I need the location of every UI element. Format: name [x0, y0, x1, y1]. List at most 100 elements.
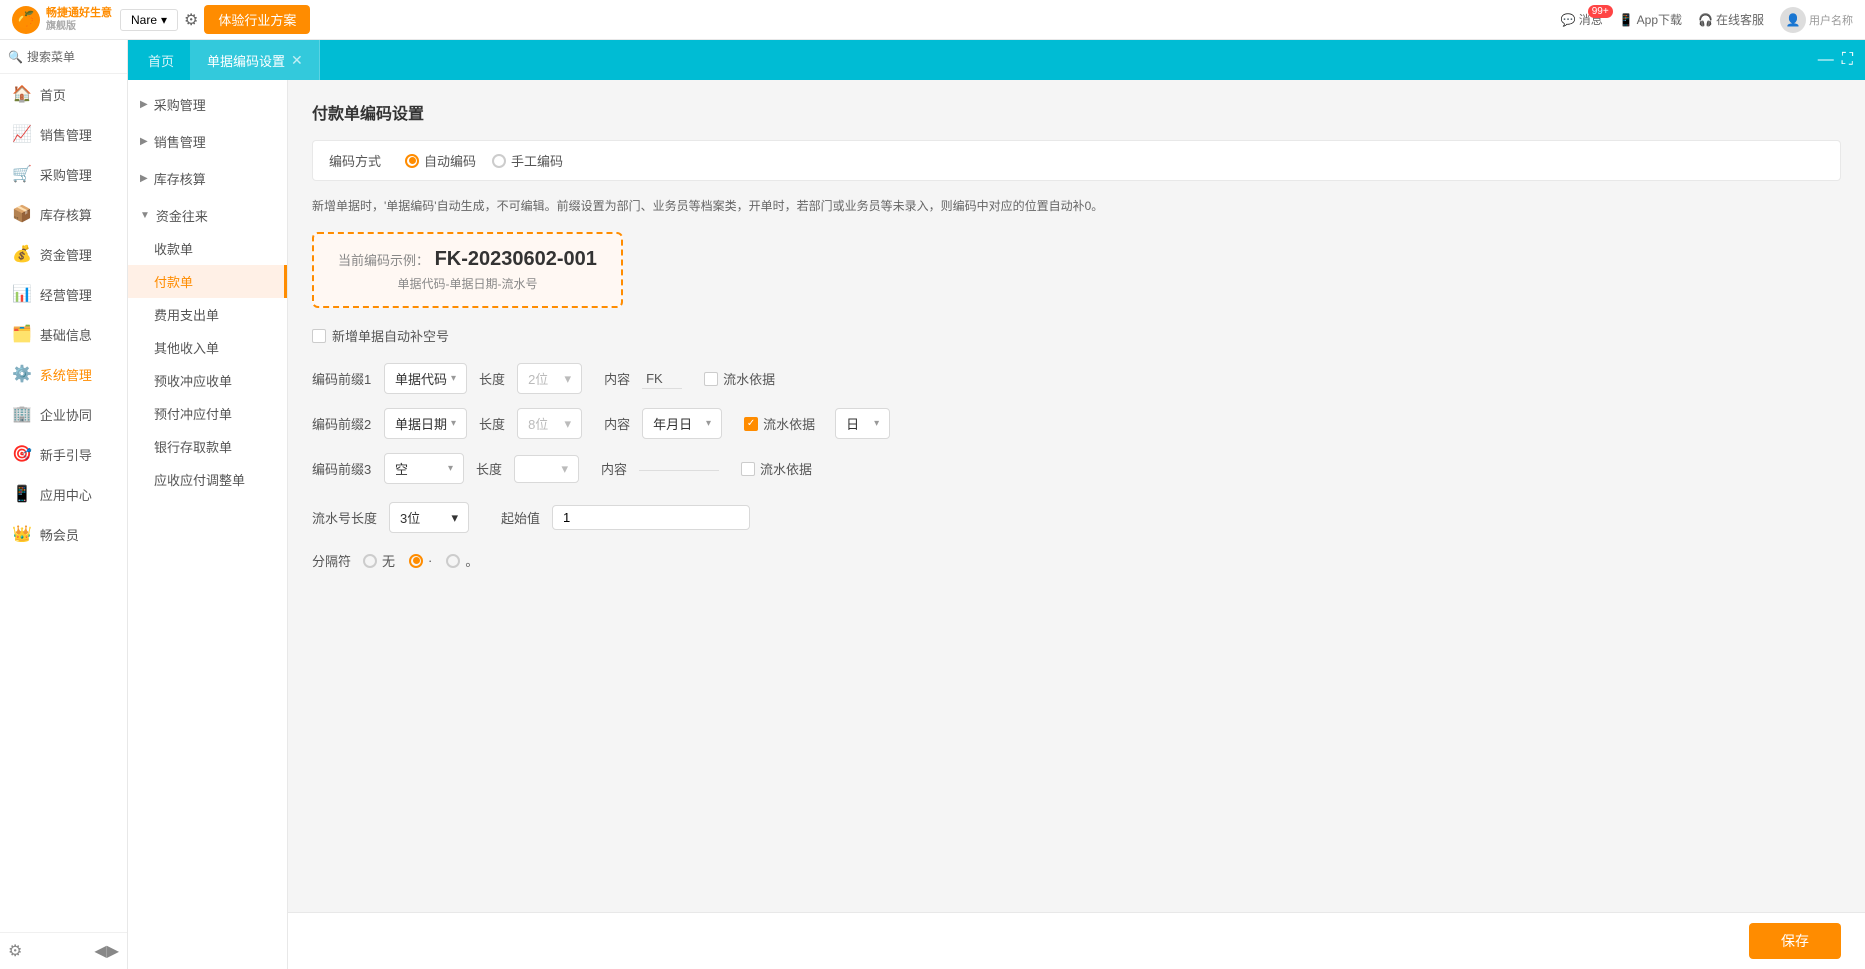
sep-none-radio[interactable]	[363, 554, 377, 568]
sub-item-receipt[interactable]: 收款单	[128, 232, 287, 265]
message-icon: 💬	[1561, 13, 1576, 27]
sub-item-ar-ap-adjust[interactable]: 应收应付调整单	[128, 463, 287, 496]
sep-dot[interactable]: ·	[409, 553, 432, 568]
operation-icon: 📊	[12, 284, 32, 304]
sidebar-item-sales[interactable]: 📈 销售管理	[0, 114, 127, 154]
messages-button[interactable]: 💬 消息 99+	[1561, 11, 1603, 28]
content2-label: 内容	[604, 414, 630, 433]
user-avatar[interactable]: 👤 用户名称	[1780, 7, 1853, 33]
search-icon: 🔍	[8, 50, 23, 64]
inventory-icon: 📦	[12, 204, 32, 224]
length1-select[interactable]: 2位 ▾	[517, 363, 582, 394]
sidebar-item-home[interactable]: 🏠 首页	[0, 74, 127, 114]
tab-home[interactable]: 首页	[132, 40, 191, 80]
minimize-button[interactable]: —	[1818, 51, 1834, 69]
sidebar-item-enterprise[interactable]: 🏢 企业协同	[0, 394, 127, 434]
prefix1-label: 编码前缀1	[312, 369, 372, 388]
content-area: 首页 单据编码设置 ✕ — ⛶ ▶ 采购管理	[128, 40, 1865, 969]
auto-fill-label: 新增单据自动补空号	[332, 326, 449, 345]
chevron-down-icon7: ▾	[706, 418, 711, 429]
auto-fill-checkbox[interactable]	[312, 329, 326, 343]
search-menu[interactable]: 🔍 搜索菜单	[0, 40, 127, 74]
sub-item-other-income[interactable]: 其他收入单	[128, 331, 287, 364]
sep-period-radio[interactable]	[446, 554, 460, 568]
config-rows: 编码前缀1 单据代码 ▾ 长度 2位 ▾ 内容 FK	[312, 363, 1841, 484]
sidebar-item-system[interactable]: ⚙️ 系统管理	[0, 354, 127, 394]
sub-sidebar: ▶ 采购管理 ▶ 销售管理 ▶ 库存核算	[128, 80, 288, 969]
chevron-right-icon2: ▶	[140, 136, 148, 147]
serial-length-select[interactable]: 3位 ▾	[389, 502, 469, 533]
avatar: 👤	[1780, 7, 1806, 33]
tab-encode-settings[interactable]: 单据编码设置 ✕	[191, 40, 320, 80]
company-dropdown[interactable]: Nare ▾	[120, 9, 178, 31]
sub-group-header-purchase[interactable]: ▶ 采购管理	[128, 88, 287, 121]
trial-button[interactable]: 体验行业方案	[204, 5, 310, 34]
stream1-checkbox[interactable]	[704, 372, 718, 386]
sub-item-prepay-receivable[interactable]: 预收冲应收单	[128, 364, 287, 397]
stream3-check[interactable]: 流水依据	[741, 459, 812, 478]
sub-group-header-sales[interactable]: ▶ 销售管理	[128, 125, 287, 158]
tab-bar: 首页 单据编码设置 ✕ — ⛶	[128, 40, 1865, 80]
encode-method-label: 编码方式	[329, 151, 381, 170]
sidebar-item-apps[interactable]: 📱 应用中心	[0, 474, 127, 514]
stream2-checkbox[interactable]: ✓	[744, 417, 758, 431]
sep-none[interactable]: 无	[363, 551, 395, 570]
sidebar-item-operation[interactable]: 📊 经营管理	[0, 274, 127, 314]
message-count-badge: 99+	[1588, 5, 1613, 18]
length3-select[interactable]: ▾	[514, 455, 579, 483]
logo-icon: 🍊	[12, 6, 40, 34]
settings-icon[interactable]: ⚙	[184, 10, 198, 30]
sidebar-item-basic[interactable]: 🗂️ 基础信息	[0, 314, 127, 354]
main-layout: 🔍 搜索菜单 🏠 首页 📈 销售管理 🛒 采购管理 📦 库存核算 💰	[0, 40, 1865, 969]
sub-group-header-inventory[interactable]: ▶ 库存核算	[128, 162, 287, 195]
home-icon: 🏠	[12, 84, 32, 104]
tab-close-button[interactable]: ✕	[291, 52, 303, 69]
sub-item-payment[interactable]: 付款单	[128, 265, 287, 298]
sidebar: 🔍 搜索菜单 🏠 首页 📈 销售管理 🛒 采购管理 📦 库存核算 💰	[0, 40, 128, 969]
sep-period[interactable]: 。	[446, 551, 478, 570]
sub-group-header-finance-flow[interactable]: ▼ 资金往来	[128, 199, 287, 232]
bottom-save-bar: 保存	[288, 912, 1865, 969]
manual-encode-option[interactable]: 手工编码	[492, 151, 563, 170]
app-download-button[interactable]: 📱 App下载	[1619, 11, 1682, 28]
stream3-checkbox[interactable]	[741, 462, 755, 476]
chevron-down-icon2: ▼	[140, 210, 150, 221]
sidebar-item-purchase[interactable]: 🛒 采购管理	[0, 154, 127, 194]
maximize-button[interactable]: ⛶	[1842, 51, 1853, 69]
chevron-right-icon: ▶	[140, 99, 148, 110]
apps-icon: 📱	[12, 484, 32, 504]
stream2-check[interactable]: ✓ 流水依据	[744, 414, 815, 433]
code-value: FK-20230602-001	[435, 248, 597, 270]
length2-select[interactable]: 8位 ▾	[517, 408, 582, 439]
prefix1-select[interactable]: 单据代码 ▾	[384, 363, 467, 394]
page-title: 付款单编码设置	[312, 100, 1841, 124]
content1-label: 内容	[604, 369, 630, 388]
sub-item-expense[interactable]: 费用支出单	[128, 298, 287, 331]
prefix2-select[interactable]: 单据日期 ▾	[384, 408, 467, 439]
sub-item-bank-deposit[interactable]: 银行存取款单	[128, 430, 287, 463]
settings-bottom-icon[interactable]: ⚙	[8, 941, 22, 961]
basic-icon: 🗂️	[12, 324, 32, 344]
online-service-button[interactable]: 🎧 在线客服	[1698, 11, 1764, 28]
save-button[interactable]: 保存	[1749, 923, 1841, 959]
start-value-input[interactable]	[552, 505, 750, 530]
sidebar-item-guide[interactable]: 🎯 新手引导	[0, 434, 127, 474]
enterprise-icon: 🏢	[12, 404, 32, 424]
stream1-check[interactable]: 流水依据	[704, 369, 775, 388]
sales-icon: 📈	[12, 124, 32, 144]
sidebar-item-inventory[interactable]: 📦 库存核算	[0, 194, 127, 234]
content2-select[interactable]: 年月日 ▾	[642, 408, 722, 439]
content3-value	[639, 466, 719, 471]
auto-encode-option[interactable]: 自动编码	[405, 151, 476, 170]
auto-encode-radio[interactable]	[405, 154, 419, 168]
stream2-unit-select[interactable]: 日 ▾	[835, 408, 890, 439]
sub-item-prepay-payable[interactable]: 预付冲应付单	[128, 397, 287, 430]
collapse-sidebar-button[interactable]: ◀▶	[94, 941, 119, 961]
prefix3-select[interactable]: 空 ▾	[384, 453, 464, 484]
main-panel-wrapper: 付款单编码设置 编码方式 自动编码 手工编码	[288, 80, 1865, 969]
sep-dot-radio[interactable]	[409, 554, 423, 568]
manual-encode-radio[interactable]	[492, 154, 506, 168]
sidebar-item-finance[interactable]: 💰 资金管理	[0, 234, 127, 274]
sidebar-item-member[interactable]: 👑 畅会员	[0, 514, 127, 554]
prefix2-label: 编码前缀2	[312, 414, 372, 433]
